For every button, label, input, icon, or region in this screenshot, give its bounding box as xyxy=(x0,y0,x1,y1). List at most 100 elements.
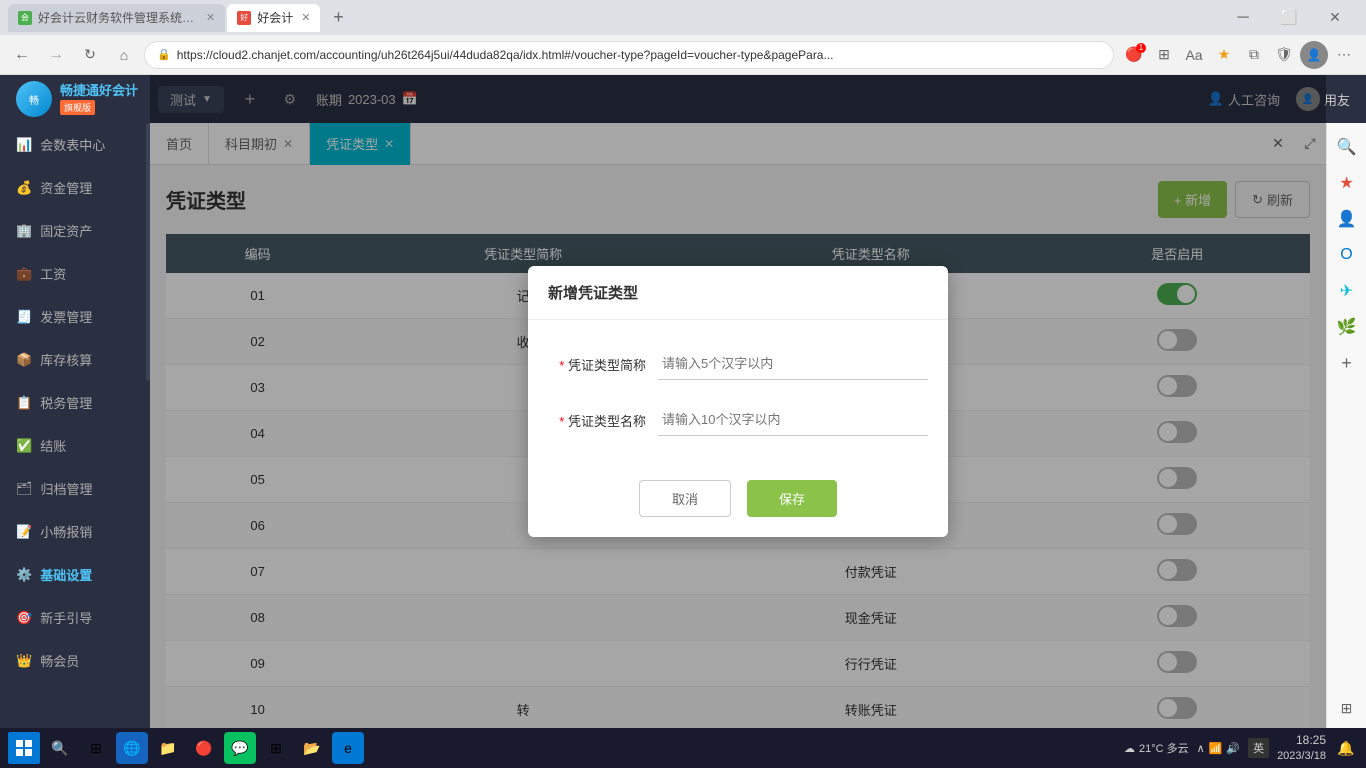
right-panel-star-icon[interactable]: ★ xyxy=(1331,167,1363,199)
logo-area: 畅 畅捷通好会计 旗舰版 xyxy=(16,81,146,117)
back-button[interactable]: ← xyxy=(8,41,36,69)
settings-icon: ⚙️ xyxy=(16,567,32,583)
sidebar-item-fixed-assets[interactable]: 🏢 固定资产 xyxy=(0,209,150,252)
sidebar-item-tax[interactable]: 📋 税务管理 xyxy=(0,381,150,424)
form-row-name: * 凭证类型名称 xyxy=(548,404,928,436)
browser-tab-bar: 会 好会计云财务软件管理系统_会计 ✕ 好 好会计 ✕ + ─ ⬜ ✕ xyxy=(0,0,1366,35)
invoice-icon: 🧾 xyxy=(16,309,32,325)
taskbar-apps-icon[interactable]: ⊞ xyxy=(260,732,292,764)
extensions-area: 🔴 1 ⊞ Aa ★ ⧉ 🛡 👤 ⋯ xyxy=(1120,41,1358,69)
sidebar-label-settings: 基础设置 xyxy=(40,565,92,584)
taskbar-search-icon[interactable]: 🔍 xyxy=(44,732,76,764)
user-profile-icon[interactable]: 👤 xyxy=(1300,41,1328,69)
right-panel-outlook-icon[interactable]: O xyxy=(1331,239,1363,271)
browser-chrome: 会 好会计云财务软件管理系统_会计 ✕ 好 好会计 ✕ + ─ ⬜ ✕ ← → … xyxy=(0,0,1366,75)
taskbar-wechat-icon[interactable]: 💬 xyxy=(224,732,256,764)
sidebar-item-expense[interactable]: 📝 小畅报销 xyxy=(0,510,150,553)
sidebar-label-tax: 税务管理 xyxy=(40,393,92,412)
ext-icon-2[interactable]: ⊞ xyxy=(1150,41,1178,69)
right-panel-extension-icon[interactable]: ✈ xyxy=(1331,275,1363,307)
taskbar-time: 18:25 xyxy=(1277,732,1326,749)
tab-close-1[interactable]: ✕ xyxy=(206,11,215,24)
sidebar-label-inventory: 库存核算 xyxy=(40,350,92,369)
browser-tab-inactive[interactable]: 会 好会计云财务软件管理系统_会计 ✕ xyxy=(8,4,225,32)
more-options-button[interactable]: ⋯ xyxy=(1330,41,1358,69)
ext-icon-3[interactable]: Aa xyxy=(1180,41,1208,69)
tray-speaker-icon[interactable]: 🔊 xyxy=(1226,742,1240,755)
inventory-icon: 📦 xyxy=(16,352,32,368)
sidebar-item-member[interactable]: 👑 畅会员 xyxy=(0,639,150,682)
taskbar-language: 英 xyxy=(1248,738,1269,758)
taskbar-view-icon[interactable]: ⊞ xyxy=(80,732,112,764)
address-bar[interactable]: 🔒 https://cloud2.chanjet.com/accounting/… xyxy=(144,41,1114,69)
logo-badge: 旗舰版 xyxy=(60,100,95,115)
right-panel-green-icon[interactable]: 🌿 xyxy=(1331,311,1363,343)
window-maximize[interactable]: ⬜ xyxy=(1266,0,1312,35)
taskbar-chrome-icon[interactable]: 🔴 xyxy=(188,732,220,764)
taskbar-browser-icon[interactable]: 🌐 xyxy=(116,732,148,764)
window-close[interactable]: ✕ xyxy=(1312,0,1358,35)
ext-icon-4[interactable]: ★ xyxy=(1210,41,1238,69)
sidebar-label-invoice: 发票管理 xyxy=(40,307,92,326)
modal-overlay: 新增凭证类型 * 凭证类型简称 * 凭证类型名称 取消 保存 xyxy=(150,75,1326,728)
sidebar-label-archive: 归档管理 xyxy=(41,479,93,498)
right-panel-plus-icon[interactable]: + xyxy=(1331,347,1363,379)
window-minimize[interactable]: ─ xyxy=(1220,0,1266,35)
address-text: https://cloud2.chanjet.com/accounting/uh… xyxy=(177,48,1101,62)
name-input[interactable] xyxy=(658,404,928,436)
forward-button[interactable]: → xyxy=(42,41,70,69)
ssl-lock-icon: 🔒 xyxy=(157,48,171,61)
home-button[interactable]: ⌂ xyxy=(110,41,138,69)
sidebar-item-invoice[interactable]: 🧾 发票管理 xyxy=(0,295,150,338)
taskbar-edge-icon[interactable]: e xyxy=(332,732,364,764)
ext-icon-5[interactable]: ⧉ xyxy=(1240,41,1268,69)
taskbar-explorer-icon[interactable]: 📁 xyxy=(152,732,184,764)
abbr-input[interactable] xyxy=(658,348,928,380)
sidebar-item-dashboard[interactable]: 📊 会数表中心 xyxy=(0,123,150,166)
modal-footer: 取消 保存 xyxy=(528,468,948,537)
taskbar-folder-icon[interactable]: 📂 xyxy=(296,732,328,764)
settlement-icon: ✅ xyxy=(16,438,32,454)
sidebar-item-archive[interactable]: 🗂 归档管理 xyxy=(0,467,150,510)
sidebar-item-salary[interactable]: 💼 工资 xyxy=(0,252,150,295)
sidebar-item-inventory[interactable]: 📦 库存核算 xyxy=(0,338,150,381)
taskbar-weather: ☁ 21°C 多云 xyxy=(1124,740,1189,756)
tray-wifi-icon[interactable]: 📶 xyxy=(1209,742,1223,755)
taskbar-sys-tray: ∧ 📶 🔊 xyxy=(1197,742,1240,755)
sidebar-item-capital[interactable]: 💰 资金管理 xyxy=(0,166,150,209)
cancel-button[interactable]: 取消 xyxy=(639,480,731,517)
taskbar-clock[interactable]: 18:25 2023/3/18 xyxy=(1277,732,1326,764)
right-panel-user-icon[interactable]: 👤 xyxy=(1331,203,1363,235)
taskbar-notification-icon[interactable]: 🔔 xyxy=(1334,736,1358,760)
sidebar-label-dashboard: 会数表中心 xyxy=(40,135,105,154)
modal: 新增凭证类型 * 凭证类型简称 * 凭证类型名称 取消 保存 xyxy=(528,266,948,537)
name-label: * 凭证类型名称 xyxy=(548,411,658,430)
right-panel-search-icon[interactable]: 🔍 xyxy=(1331,131,1363,163)
browser-tab-active[interactable]: 好 好会计 ✕ xyxy=(227,4,320,32)
ext-icon-1[interactable]: 🔴 1 xyxy=(1120,41,1148,69)
capital-icon: 💰 xyxy=(16,180,32,196)
tray-up-icon[interactable]: ∧ xyxy=(1197,742,1205,755)
sidebar-item-settlement[interactable]: ✅ 结账 xyxy=(0,424,150,467)
sidebar-label-fixed-assets: 固定资产 xyxy=(40,221,92,240)
reload-button[interactable]: ↻ xyxy=(76,41,104,69)
sidebar-item-settings[interactable]: ⚙️ 基础设置 xyxy=(0,553,150,596)
sidebar-label-guide: 新手引导 xyxy=(40,608,92,627)
tab-close-2[interactable]: ✕ xyxy=(301,11,310,24)
salary-icon: 💼 xyxy=(16,266,32,282)
logo-icon: 畅 xyxy=(16,81,52,117)
sidebar-label-member: 畅会员 xyxy=(40,651,79,670)
expense-icon: 📝 xyxy=(16,524,32,540)
save-button[interactable]: 保存 xyxy=(747,480,837,517)
sidebar: 📊 会数表中心 💰 资金管理 🏢 固定资产 💼 工资 🧾 发票管理 📦 xyxy=(0,123,150,768)
tab-title-1: 好会计云财务软件管理系统_会计 xyxy=(38,9,198,26)
logo-text-area: 畅捷通好会计 旗舰版 xyxy=(60,83,138,115)
taskbar-start-button[interactable] xyxy=(8,732,40,764)
right-panel-grid-icon[interactable]: ⊞ xyxy=(1331,692,1363,724)
ext-icon-6[interactable]: 🛡 xyxy=(1270,41,1298,69)
sidebar-item-guide[interactable]: 🎯 新手引导 xyxy=(0,596,150,639)
sidebar-label-salary: 工资 xyxy=(40,264,66,283)
tab-favicon-2: 好 xyxy=(237,11,251,25)
tab-title-2: 好会计 xyxy=(257,9,293,26)
new-tab-button[interactable]: + xyxy=(324,4,352,32)
